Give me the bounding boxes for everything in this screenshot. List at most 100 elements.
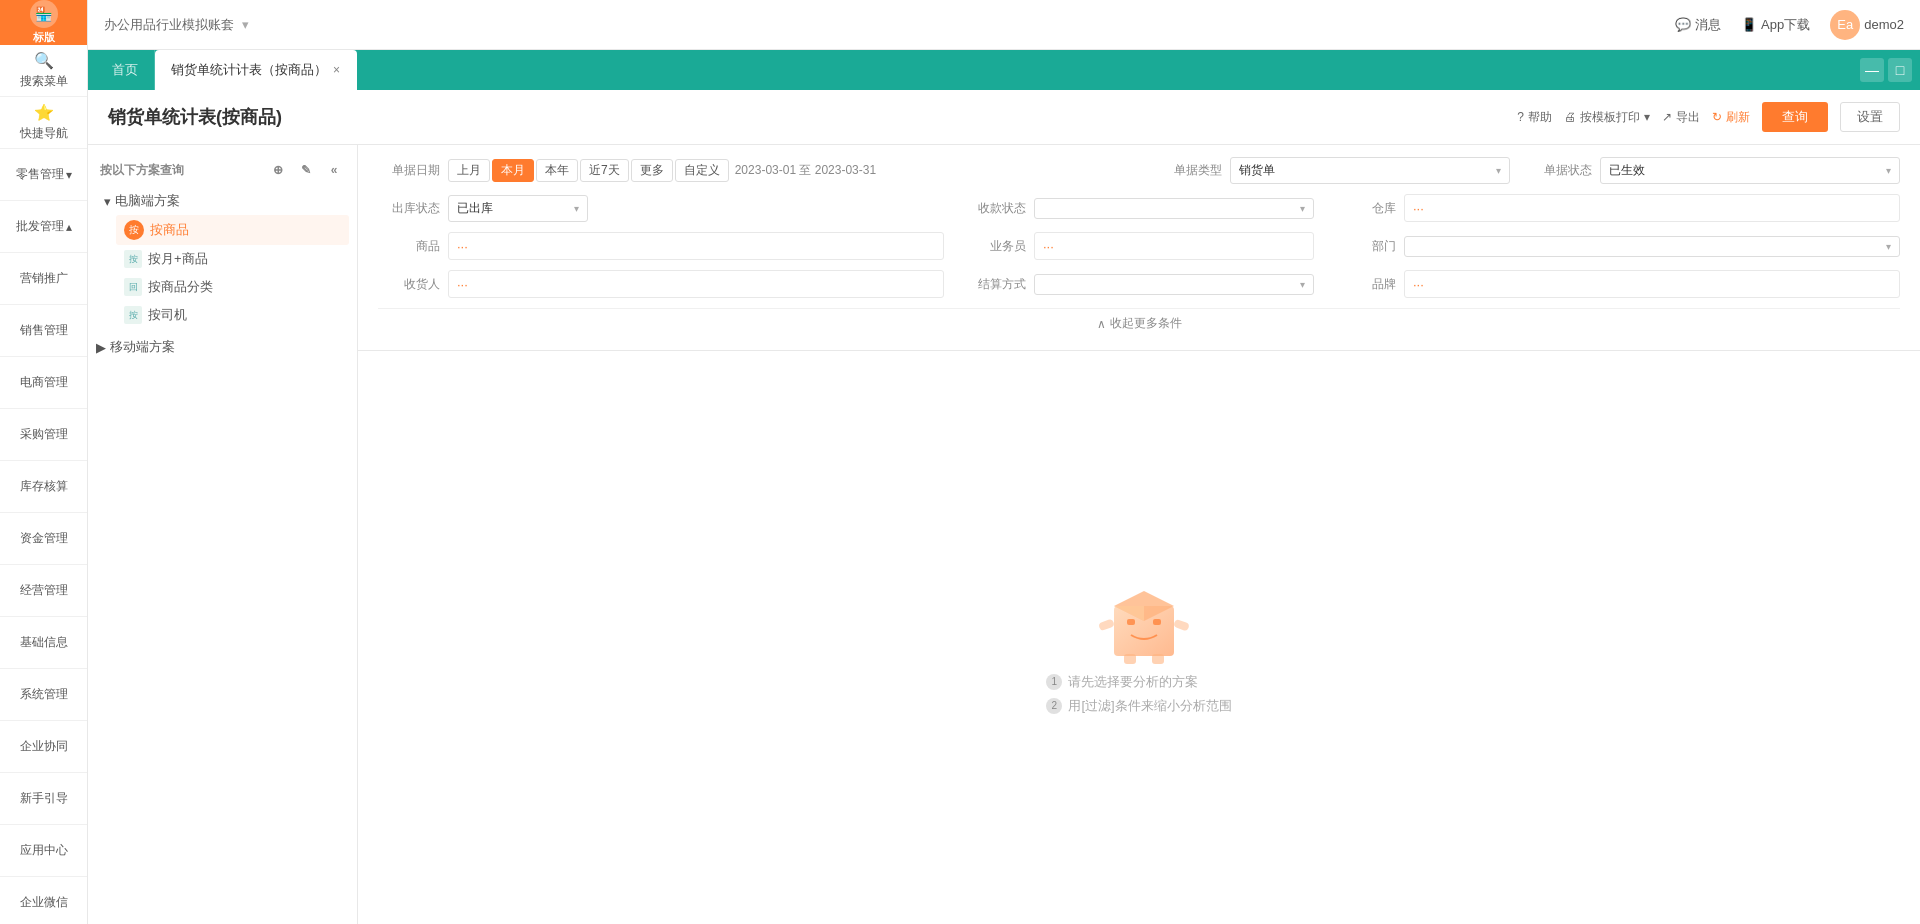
svg-rect-3 <box>1127 619 1135 625</box>
sidebar-label-basic: 基础信息 <box>20 634 68 651</box>
tip-text-1: 请先选择要分析的方案 <box>1068 673 1198 691</box>
sidebar-item-corpwechat[interactable]: 企业微信 <box>0 877 87 924</box>
tree-item-by-category[interactable]: 回 按商品分类 <box>116 273 349 301</box>
settlement-select[interactable]: ▾ <box>1034 274 1314 295</box>
print-dropdown-icon: ▾ <box>1644 110 1650 124</box>
top-bar: 办公用品行业模拟账套 ▾ 💬 消息 📱 App下载 Ea demo2 <box>88 0 1920 50</box>
settings-button[interactable]: 设置 <box>1840 102 1900 132</box>
sidebar-label-ecommerce: 电商管理 <box>20 374 68 391</box>
date-current-month-btn[interactable]: 本月 <box>492 159 534 182</box>
bill-status-selected: 已生效 <box>1609 162 1645 179</box>
tree-item-by-driver[interactable]: 按 按司机 <box>116 301 349 329</box>
brand-input[interactable]: ··· <box>1404 270 1900 298</box>
query-button[interactable]: 查询 <box>1762 102 1828 132</box>
sidebar-item-purchase[interactable]: 采购管理 <box>0 409 87 461</box>
sidebar-item-system[interactable]: 系统管理 <box>0 669 87 721</box>
filter-row-2: 出库状态 已出库 ▾ 收款状态 ▾ <box>378 194 1900 222</box>
tree-parent-label: 电脑端方案 <box>115 192 180 210</box>
sidebar-label-retail: 零售管理 <box>16 166 64 183</box>
sidebar-item-operations[interactable]: 经营管理 <box>0 565 87 617</box>
salesman-input[interactable]: ··· <box>1034 232 1314 260</box>
sidebar-label-wholesale: 批发管理 <box>16 218 64 235</box>
template-print-btn[interactable]: 🖨 按模板打印 ▾ <box>1564 109 1650 126</box>
tree-item-by-month-goods[interactable]: 按 按月+商品 <box>116 245 349 273</box>
bill-status-select[interactable]: 已生效 ▾ <box>1600 157 1900 184</box>
receive-status-select[interactable]: ▾ <box>1034 198 1314 219</box>
salesman-dots[interactable]: ··· <box>1043 239 1054 254</box>
tab-close-icon[interactable]: × <box>333 63 340 77</box>
brand-dots[interactable]: ··· <box>1413 277 1424 292</box>
help-btn[interactable]: ? 帮助 <box>1517 109 1552 126</box>
panel-add-btn[interactable]: ⊕ <box>267 159 289 181</box>
sidebar-item-basic[interactable]: 基础信息 <box>0 617 87 669</box>
export-btn[interactable]: ↗ 导出 <box>1662 109 1700 126</box>
help-label: 帮助 <box>1528 109 1552 126</box>
collapse-icon: « <box>331 163 338 177</box>
tab-home[interactable]: 首页 <box>96 50 155 90</box>
sidebar-item-marketing[interactable]: 营销推广 <box>0 253 87 305</box>
sidebar-item-shortcut[interactable]: ⭐ 快捷导航 <box>0 97 87 149</box>
collapse-btn[interactable]: ∧ 收起更多条件 <box>378 308 1900 338</box>
refresh-btn[interactable]: ↻ 刷新 <box>1712 109 1750 126</box>
warehouse-value: ··· <box>1404 194 1900 222</box>
dept-select[interactable]: ▾ <box>1404 236 1900 257</box>
message-label: 消息 <box>1695 16 1721 34</box>
user-menu-btn[interactable]: Ea demo2 <box>1830 10 1904 40</box>
industry-dropdown-icon[interactable]: ▾ <box>242 17 249 32</box>
tree-group-mobile: ▶ 移动端方案 <box>88 333 357 361</box>
sidebar-item-finance[interactable]: 资金管理 <box>0 513 87 565</box>
tab-minimize-btn[interactable]: — <box>1860 58 1884 82</box>
date-filter-label: 单据日期 <box>378 162 448 179</box>
tab-sales-stats[interactable]: 销货单统计计表（按商品） × <box>155 50 357 90</box>
date-more-btn[interactable]: 更多 <box>631 159 673 182</box>
sidebar-label-appcenter: 应用中心 <box>20 842 68 859</box>
svg-rect-4 <box>1153 619 1161 625</box>
date-current-year-btn[interactable]: 本年 <box>536 159 578 182</box>
out-status-value: 已出库 ▾ <box>448 195 944 222</box>
svg-rect-8 <box>1173 618 1190 631</box>
goods-input[interactable]: ··· <box>448 232 944 260</box>
date-prev-month-btn[interactable]: 上月 <box>448 159 490 182</box>
sidebar-item-inventory[interactable]: 库存核算 <box>0 461 87 513</box>
receiver-input[interactable]: ··· <box>448 270 944 298</box>
panel-edit-btn[interactable]: ✎ <box>295 159 317 181</box>
help-icon: ? <box>1517 110 1524 124</box>
warehouse-label: 仓库 <box>1334 200 1404 217</box>
date-custom-btn[interactable]: 自定义 <box>675 159 729 182</box>
bill-type-label: 单据类型 <box>1160 162 1230 179</box>
tree-parent-arrow: ▾ <box>104 194 111 209</box>
sidebar-label-search: 搜索菜单 <box>20 73 68 90</box>
tree-item-by-goods[interactable]: 按 按商品 <box>116 215 349 245</box>
add-icon: ⊕ <box>273 163 283 177</box>
warehouse-input[interactable]: ··· <box>1404 194 1900 222</box>
tab-maximize-btn[interactable]: □ <box>1888 58 1912 82</box>
export-icon: ↗ <box>1662 110 1672 124</box>
sidebar-item-ecommerce[interactable]: 电商管理 <box>0 357 87 409</box>
sidebar-item-retail[interactable]: 零售管理 ▾ <box>0 149 87 201</box>
app-download-icon: 📱 <box>1741 17 1757 32</box>
sidebar-item-appcenter[interactable]: 应用中心 <box>0 825 87 877</box>
sidebar-label-purchase: 采购管理 <box>20 426 68 443</box>
receiver-dots[interactable]: ··· <box>457 277 468 292</box>
sidebar-item-guide[interactable]: 新手引导 <box>0 773 87 825</box>
sidebar-item-wholesale[interactable]: 批发管理 ▴ <box>0 201 87 253</box>
sidebar-item-enterprise[interactable]: 企业协同 <box>0 721 87 773</box>
panel-header-label: 按以下方案查询 <box>100 162 184 179</box>
tree-parent-mobile[interactable]: ▶ 移动端方案 <box>88 333 357 361</box>
bill-type-selected: 销货单 <box>1239 162 1275 179</box>
message-btn[interactable]: 💬 消息 <box>1675 16 1721 34</box>
tree-parent-desktop[interactable]: ▾ 电脑端方案 <box>96 187 349 215</box>
sidebar-item-sales[interactable]: 销售管理 <box>0 305 87 357</box>
bill-type-select[interactable]: 销货单 ▾ <box>1230 157 1510 184</box>
out-status-arrow: ▾ <box>574 203 579 214</box>
sidebar-item-search[interactable]: 🔍 搜索菜单 <box>0 45 87 97</box>
tree-item-label-category: 按商品分类 <box>148 278 213 296</box>
bill-type-value: 销货单 ▾ <box>1230 157 1510 184</box>
panel-collapse-btn[interactable]: « <box>323 159 345 181</box>
warehouse-dots[interactable]: ··· <box>1413 201 1424 216</box>
goods-dots[interactable]: ··· <box>457 239 468 254</box>
app-download-btn[interactable]: 📱 App下载 <box>1741 16 1810 34</box>
out-status-select[interactable]: 已出库 ▾ <box>448 195 588 222</box>
shortcut-icon: ⭐ <box>34 103 54 122</box>
date-7days-btn[interactable]: 近7天 <box>580 159 629 182</box>
